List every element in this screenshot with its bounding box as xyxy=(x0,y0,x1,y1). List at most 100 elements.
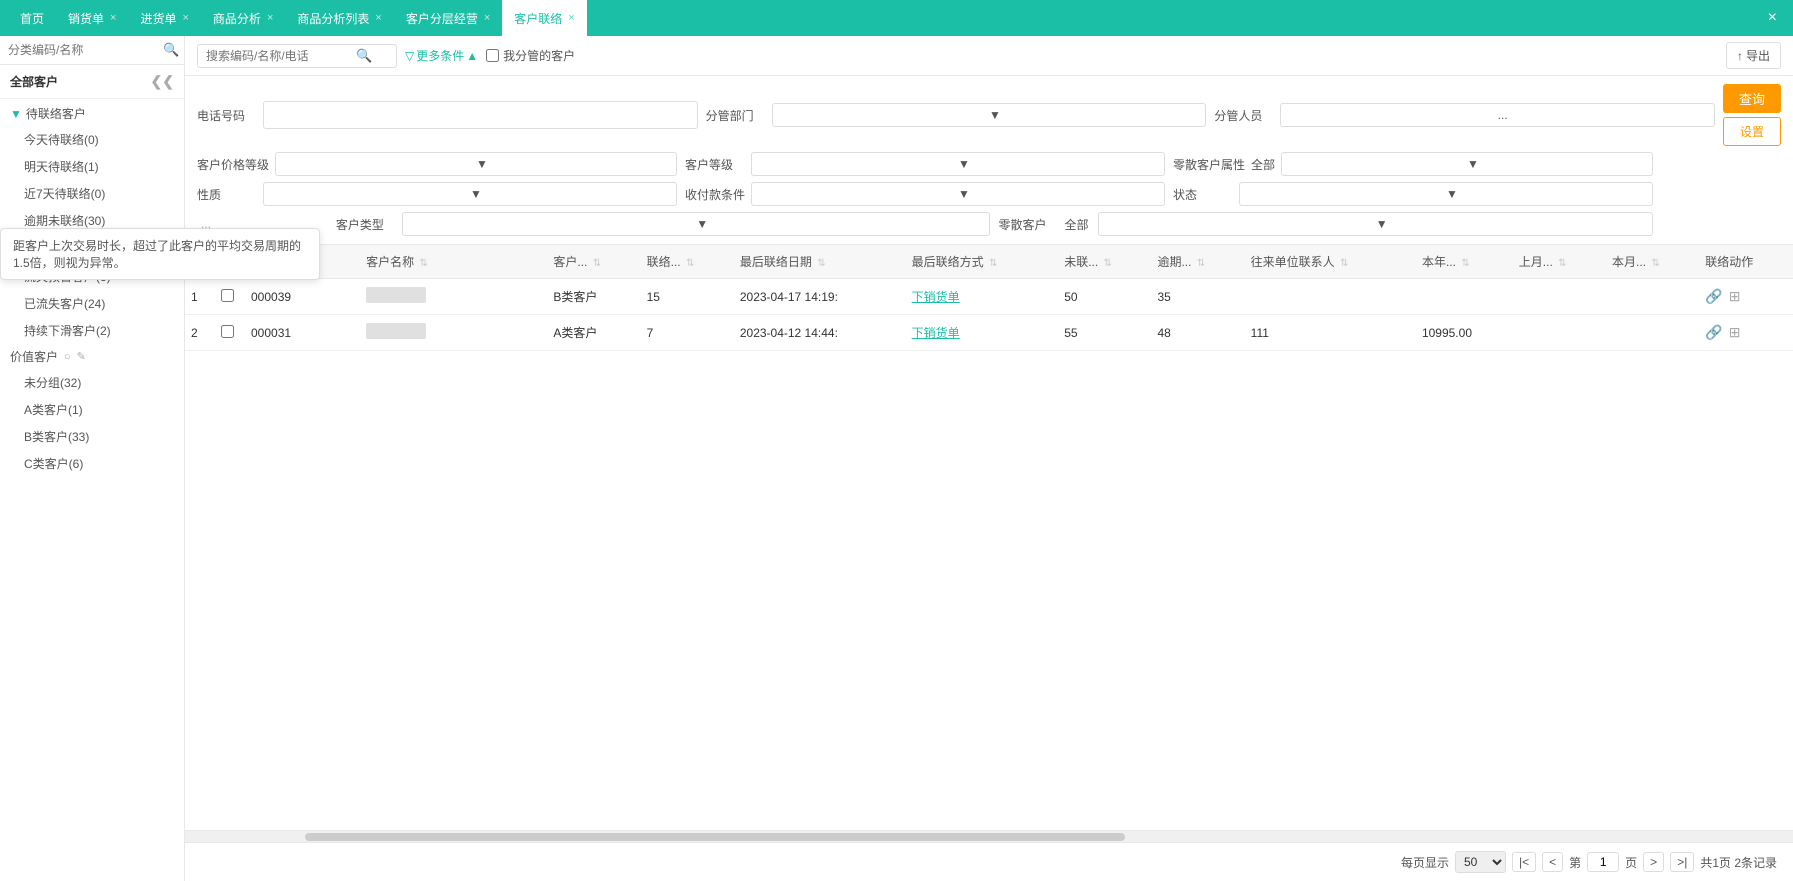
close-product-list[interactable]: × xyxy=(375,12,381,24)
th-last-contact-date: 最后联络日期 ⇅ xyxy=(734,245,906,279)
group-pending-contact[interactable]: ▼ 待联络客户 xyxy=(0,99,184,126)
cell-overdue: 48 xyxy=(1151,315,1244,351)
search-icon[interactable]: 🔍 xyxy=(356,48,372,64)
close-window-button[interactable]: × xyxy=(1760,9,1785,27)
th-overdue: 逾期... ⇅ xyxy=(1151,245,1244,279)
person-select[interactable]: ... xyxy=(1280,103,1715,127)
gender-select[interactable]: ▼ xyxy=(263,182,677,206)
type-select[interactable]: ▼ xyxy=(402,212,991,236)
gender-arrow: ▼ xyxy=(470,187,668,201)
phone-input[interactable] xyxy=(263,101,698,129)
page-input[interactable] xyxy=(1587,852,1619,872)
nav-product-analysis[interactable]: 商品分析 × xyxy=(201,0,285,36)
sidebar-item-c-class[interactable]: C类客户(6) xyxy=(0,450,184,477)
sidebar-item-churned[interactable]: 已流失客户(24) xyxy=(0,290,184,317)
nav-sales-order[interactable]: 销货单 × xyxy=(56,0,128,36)
nav-home[interactable]: 首页 xyxy=(8,0,56,36)
th-last-contact-method: 最后联络方式 ⇅ xyxy=(906,245,1059,279)
th-type: 客户... ⇅ xyxy=(547,245,640,279)
retail-attr-static-label: 全部 xyxy=(1251,156,1275,173)
retail-attr-select[interactable]: ▼ xyxy=(1281,152,1653,176)
level-select[interactable]: ▼ xyxy=(751,152,1165,176)
person-dots[interactable]: ... xyxy=(1494,108,1706,122)
sidebar-edit-icon[interactable]: ✎ xyxy=(77,350,86,363)
value-customer-group-header: 价值客户 ○ ✎ xyxy=(0,344,184,369)
first-page-button[interactable]: |< xyxy=(1512,852,1536,872)
sidebar-item-tomorrow[interactable]: 明天待联络(1) xyxy=(0,153,184,180)
chevron-up-icon: ▲ xyxy=(466,49,478,63)
th-name: 客户名称 ⇅ xyxy=(360,245,547,279)
dept-select[interactable]: ▼ xyxy=(772,103,1207,127)
pagination: 每页显示 50 100 200 |< < 第 页 > >| 共1页 2条记录 xyxy=(185,842,1793,881)
customer-table: ⚙ 客户编码 ⇅ 客户名称 ⇅ 客户... ⇅ 联络... ⇅ 最后联络日期 ⇅… xyxy=(185,245,1793,351)
action-grid-icon[interactable]: ⊞ xyxy=(1729,288,1741,305)
sidebar-item-b-class[interactable]: B类客户(33) xyxy=(0,423,184,450)
my-customer-checkbox[interactable] xyxy=(486,49,499,62)
sidebar-collapse-icon[interactable]: ❮❮ xyxy=(151,73,174,90)
status-select[interactable]: ▼ xyxy=(1239,182,1653,206)
table-row: 1 000039 B类客户 15 2023-04-17 14:19: 下销货单 … xyxy=(185,279,1793,315)
more-conditions-button[interactable]: ▽ 更多条件 ▲ xyxy=(405,47,478,64)
cell-checkbox[interactable] xyxy=(215,279,245,315)
filter-row-2: 客户价格等级 ▼ 客户等级 ▼ 零散客户属性 全部 xyxy=(197,152,1781,176)
action-grid-icon[interactable]: ⊞ xyxy=(1729,324,1741,341)
close-purchase-order[interactable]: × xyxy=(182,12,188,24)
nav-purchase-order[interactable]: 进货单 × xyxy=(128,0,200,36)
scrollbar-thumb[interactable] xyxy=(305,833,1125,841)
sidebar-search-input[interactable] xyxy=(8,43,163,57)
price-level-select[interactable]: ▼ xyxy=(275,152,677,176)
dept-arrow: ▼ xyxy=(989,108,1197,122)
sidebar-tree: ▼ 待联络客户 今天待联络(0) 明天待联络(1) 近7天待联络(0) 逾期未联… xyxy=(0,99,184,881)
query-button[interactable]: 查询 xyxy=(1723,84,1781,113)
nav-customer-tier[interactable]: 客户分层经营 × xyxy=(394,0,502,36)
cell-this-year xyxy=(1416,279,1513,315)
settings-button[interactable]: 设置 xyxy=(1723,117,1781,146)
retail-select[interactable]: ▼ xyxy=(1098,212,1653,236)
page-of-label: 页 xyxy=(1625,854,1637,871)
sidebar-all-customers-label: 全部客户 xyxy=(10,73,58,90)
action-link-icon[interactable]: 🔗 xyxy=(1705,288,1722,305)
retail-attr-arrow: ▼ xyxy=(1467,157,1644,171)
filter-row-1: 电话号码 分管部门 ▼ 分管人员 ... xyxy=(197,84,1781,146)
nav-customer-contact[interactable]: 客户联络 × xyxy=(502,0,586,36)
search-input[interactable] xyxy=(206,49,356,63)
last-page-button[interactable]: >| xyxy=(1670,852,1694,872)
gender-label: 性质 xyxy=(197,186,257,203)
prev-page-button[interactable]: < xyxy=(1542,852,1563,872)
sidebar-item-ungrouped[interactable]: 未分组(32) xyxy=(0,369,184,396)
sidebar-search-icon[interactable]: 🔍 xyxy=(163,42,179,58)
pay-label: 收付款条件 xyxy=(685,186,745,203)
cell-checkbox[interactable] xyxy=(215,315,245,351)
cell-contact-person: 111 xyxy=(1245,315,1416,351)
per-page-select[interactable]: 50 100 200 xyxy=(1455,851,1506,873)
pay-select[interactable]: ▼ xyxy=(751,182,1165,206)
sidebar-all-customers: 全部客户 ❮❮ xyxy=(0,65,184,99)
filter-panel: 电话号码 分管部门 ▼ 分管人员 ... xyxy=(185,76,1793,245)
cell-name xyxy=(360,279,547,315)
export-icon: ↑ xyxy=(1737,49,1743,63)
phone-label: 电话号码 xyxy=(197,107,257,124)
th-actions: 联络动作 xyxy=(1699,245,1793,279)
cell-last-month xyxy=(1513,315,1606,351)
horizontal-scrollbar[interactable] xyxy=(185,830,1793,842)
cell-last-method: 下销货单 xyxy=(906,315,1059,351)
action-link-icon[interactable]: 🔗 xyxy=(1705,324,1722,341)
table-area: ⚙ 客户编码 ⇅ 客户名称 ⇅ 客户... ⇅ 联络... ⇅ 最后联络日期 ⇅… xyxy=(185,245,1793,830)
cell-uncontacted: 55 xyxy=(1058,315,1151,351)
close-product-analysis[interactable]: × xyxy=(267,12,273,24)
nav-product-list[interactable]: 商品分析列表 × xyxy=(285,0,393,36)
export-button[interactable]: ↑ 导出 xyxy=(1726,42,1781,69)
cell-this-month xyxy=(1606,279,1699,315)
next-page-button[interactable]: > xyxy=(1643,852,1664,872)
close-customer-tier[interactable]: × xyxy=(484,12,490,24)
level-arrow: ▼ xyxy=(958,157,1156,171)
price-level-arrow: ▼ xyxy=(476,157,668,171)
my-customer-label: 我分管的客户 xyxy=(503,47,575,64)
sidebar-item-declining[interactable]: 持续下滑客户(2) xyxy=(0,317,184,344)
close-customer-contact[interactable]: × xyxy=(568,12,574,24)
sidebar-item-7days[interactable]: 近7天待联络(0) xyxy=(0,180,184,207)
close-sales-order[interactable]: × xyxy=(110,12,116,24)
sidebar-item-today[interactable]: 今天待联络(0) xyxy=(0,126,184,153)
sidebar-circle-icon[interactable]: ○ xyxy=(64,351,71,363)
sidebar-item-a-class[interactable]: A类客户(1) xyxy=(0,396,184,423)
